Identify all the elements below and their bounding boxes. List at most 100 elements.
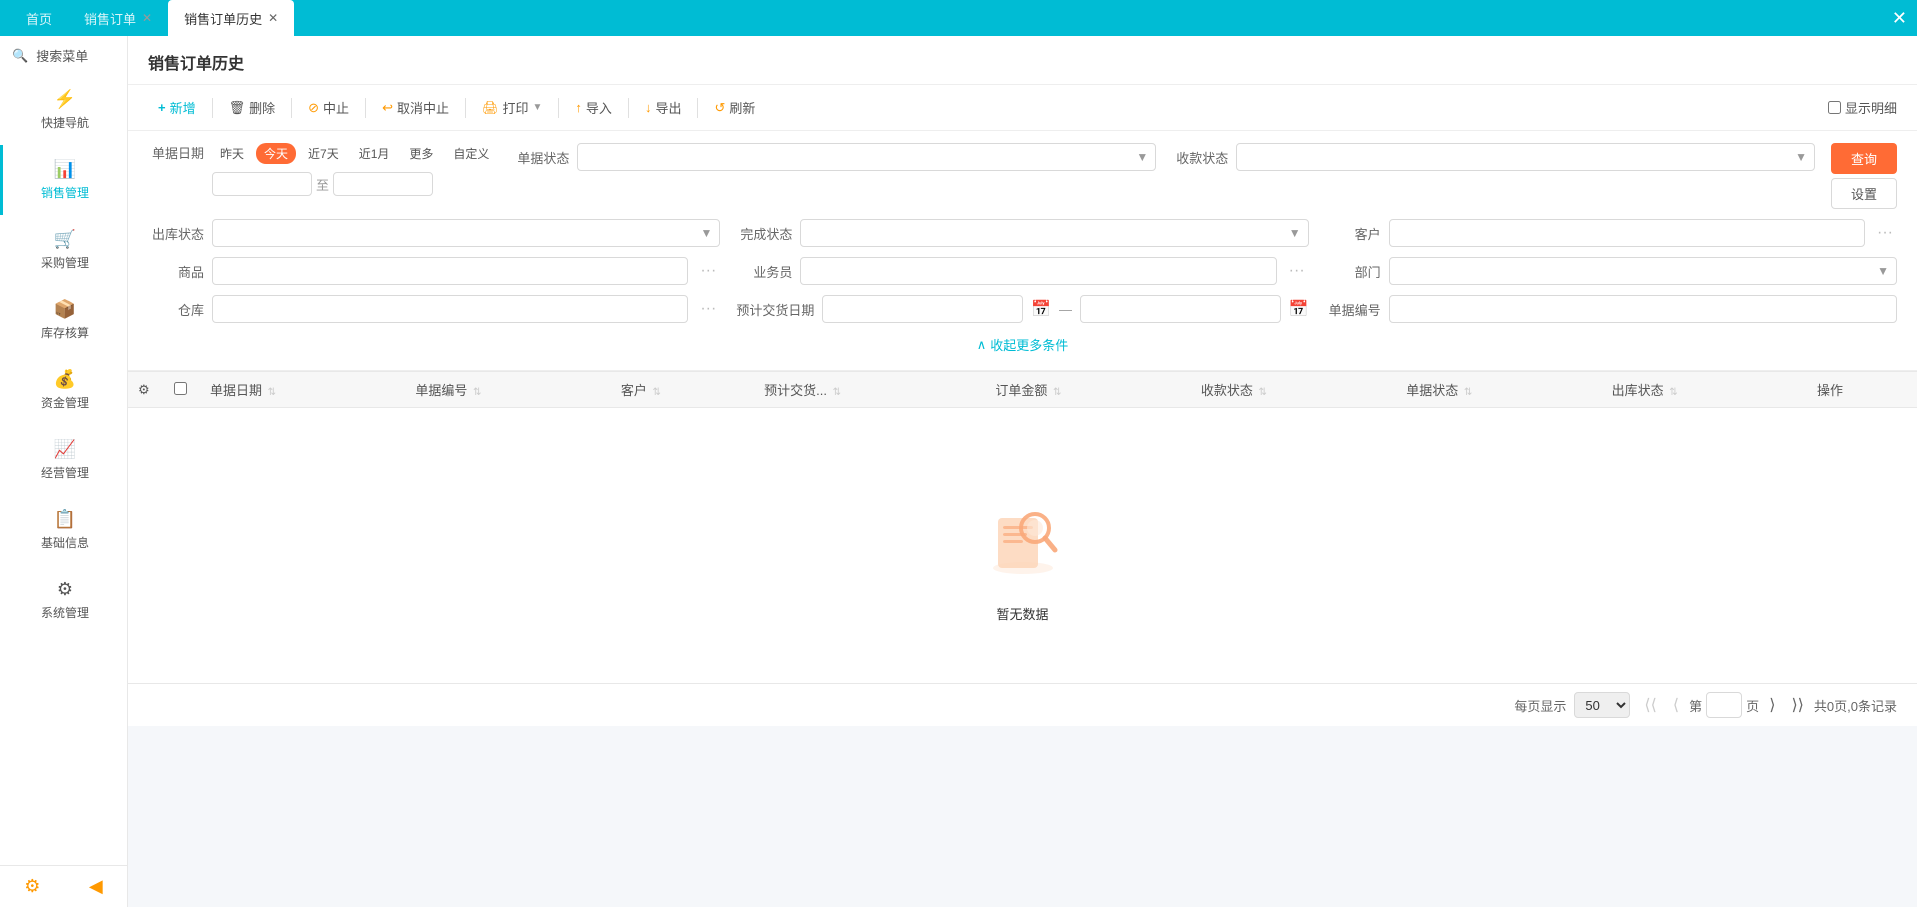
collapse-sidebar-icon[interactable]: ◀ xyxy=(89,876,103,897)
sidebar-item-basic-info[interactable]: 📋 基础信息 xyxy=(0,495,127,565)
collapse-label: 收起更多条件 xyxy=(990,335,1068,354)
tab-sales-order[interactable]: 销售订单 ✕ xyxy=(68,0,168,36)
table-checkbox-header[interactable] xyxy=(164,372,200,408)
out-status-select[interactable] xyxy=(212,219,720,247)
cancel-stop-button[interactable]: ↩ 取消中止 xyxy=(372,93,459,122)
table-area: ⚙ 单据日期 ⇅ 单据编号 ⇅ 客户 xyxy=(128,371,1917,683)
sidebar-item-finance[interactable]: 💰 资金管理 xyxy=(0,355,127,425)
select-all-checkbox[interactable] xyxy=(174,382,187,395)
import-button[interactable]: ↑ 导入 xyxy=(565,93,622,122)
salesman-ellipsis-icon[interactable]: ··· xyxy=(1285,262,1309,280)
tab-sales-order-history[interactable]: 销售订单历史 ✕ xyxy=(168,0,294,36)
export-button[interactable]: ↓ 导出 xyxy=(635,93,692,122)
set-button[interactable]: 设置 xyxy=(1831,178,1897,209)
first-page-button[interactable]: ⟨⟨ xyxy=(1638,693,1662,717)
purchase-icon: 🛒 xyxy=(54,229,76,250)
department-label: 部门 xyxy=(1325,262,1381,281)
collapse-more-trigger[interactable]: ∧ 收起更多条件 xyxy=(148,331,1897,358)
expected-date-to-input[interactable]: yyyy-mm-dd xyxy=(1080,295,1281,323)
col-header-customer[interactable]: 客户 ⇅ xyxy=(611,372,754,408)
col-header-date[interactable]: 单据日期 ⇅ xyxy=(200,372,405,408)
sidebar-item-purchase[interactable]: 🛒 采购管理 xyxy=(0,215,127,285)
refresh-button[interactable]: ↺ 刷新 xyxy=(704,93,765,122)
close-tab-sales-order-history[interactable]: ✕ xyxy=(268,11,278,25)
warehouse-ellipsis-icon[interactable]: ··· xyxy=(696,300,720,318)
page-number-input[interactable]: 1 xyxy=(1706,692,1742,718)
warehouse-input[interactable] xyxy=(212,295,688,323)
department-select[interactable] xyxy=(1389,257,1897,285)
top-bar: 首页 销售订单 ✕ 销售订单历史 ✕ ✕ xyxy=(0,0,1917,36)
sidebar-item-quick-nav[interactable]: ⚡ 快捷导航 xyxy=(0,75,127,145)
calendar-icon-1[interactable]: 📅 xyxy=(1031,299,1051,319)
sidebar-item-system[interactable]: ⚙ 系统管理 xyxy=(0,565,127,635)
salesman-input[interactable] xyxy=(800,257,1276,285)
out-status-label: 出库状态 xyxy=(148,224,204,243)
col-header-amount[interactable]: 订单金额 ⇅ xyxy=(985,372,1190,408)
next-page-button[interactable]: ⟩ xyxy=(1763,693,1781,717)
sidebar-search-label: 搜索菜单 xyxy=(36,46,88,65)
sidebar-search[interactable]: 🔍 搜索菜单 xyxy=(0,36,127,75)
stop-icon: ⊘ xyxy=(308,100,319,116)
display-detail-checkbox[interactable] xyxy=(1828,101,1841,114)
payment-status-select-wrapper: ▼ xyxy=(1236,143,1815,171)
customer-input[interactable] xyxy=(1389,219,1865,247)
page-label-before: 第 xyxy=(1689,696,1702,715)
stop-button[interactable]: ⊘ 中止 xyxy=(298,93,359,122)
sidebar-item-label: 库存核算 xyxy=(41,324,89,341)
last-page-button[interactable]: ⟩⟩ xyxy=(1785,693,1809,717)
bill-number-input[interactable] xyxy=(1389,295,1897,323)
date-tag-yesterday[interactable]: 昨天 xyxy=(212,143,252,164)
goods-input[interactable] xyxy=(212,257,688,285)
empty-state: 暂无数据 xyxy=(128,408,1917,683)
sidebar-item-operations[interactable]: 📈 经营管理 xyxy=(0,425,127,495)
date-tag-today[interactable]: 今天 xyxy=(256,143,296,164)
toolbar-separator-4 xyxy=(465,98,466,118)
window-close-icon[interactable]: ✕ xyxy=(1892,8,1907,29)
sidebar-item-inventory[interactable]: 📦 库存核算 xyxy=(0,285,127,355)
new-button[interactable]: + 新增 xyxy=(148,93,206,122)
expected-date-from-input[interactable]: yyyy-mm-dd xyxy=(822,295,1023,323)
toolbar-separator-5 xyxy=(558,98,559,118)
settings-bottom-icon[interactable]: ⚙ xyxy=(24,876,40,897)
sidebar-item-sales[interactable]: 📊 销售管理 xyxy=(0,145,127,215)
sort-amount-icon: ⇅ xyxy=(1053,387,1061,398)
date-tag-more[interactable]: 更多 xyxy=(401,143,441,164)
search-icon: 🔍 xyxy=(12,48,28,64)
page-label: 页 xyxy=(1746,696,1759,715)
calendar-icon-2[interactable]: 📅 xyxy=(1289,299,1309,319)
date-from-input[interactable]: 2023-06-02 xyxy=(212,172,312,196)
toolbar-right: 显示明细 xyxy=(1828,98,1897,117)
table-settings-header[interactable]: ⚙ xyxy=(128,372,164,408)
date-tag-custom[interactable]: 自定义 xyxy=(445,143,497,164)
close-tab-sales-order[interactable]: ✕ xyxy=(142,11,152,25)
cancel-stop-icon: ↩ xyxy=(382,100,393,116)
customer-ellipsis-icon[interactable]: ··· xyxy=(1873,224,1897,242)
empty-state-illustration xyxy=(973,488,1073,588)
tab-home[interactable]: 首页 xyxy=(10,0,68,36)
date-tag-7days[interactable]: 近7天 xyxy=(300,143,347,164)
prev-page-button[interactable]: ⟨ xyxy=(1667,693,1685,717)
data-table: ⚙ 单据日期 ⇅ 单据编号 ⇅ 客户 xyxy=(128,371,1917,408)
query-button[interactable]: 查询 xyxy=(1831,143,1897,174)
delete-button[interactable]: 🗑 删除 xyxy=(219,93,286,122)
sidebar-item-label: 销售管理 xyxy=(41,184,89,201)
sort-expected-icon: ⇅ xyxy=(833,387,841,398)
col-header-number[interactable]: 单据编号 ⇅ xyxy=(405,372,610,408)
col-header-bill-status[interactable]: 单据状态 ⇅ xyxy=(1396,372,1601,408)
col-header-expected[interactable]: 预计交货... ⇅ xyxy=(754,372,985,408)
bill-status-select[interactable] xyxy=(577,143,1156,171)
display-detail-checkbox-label[interactable]: 显示明细 xyxy=(1828,98,1897,117)
col-header-out-status[interactable]: 出库状态 ⇅ xyxy=(1602,372,1807,408)
payment-status-select[interactable] xyxy=(1236,143,1815,171)
print-button[interactable]: 🖨 打印 ▼ xyxy=(472,93,552,122)
col-header-actions: 操作 xyxy=(1807,372,1917,408)
query-set-group: 查询 设置 xyxy=(1831,143,1897,209)
page-size-select[interactable]: 50 20 100 xyxy=(1574,692,1630,718)
date-to-input[interactable]: 2023-06-02 xyxy=(333,172,433,196)
date-tag-1month[interactable]: 近1月 xyxy=(351,143,398,164)
goods-ellipsis-icon[interactable]: ··· xyxy=(696,262,720,280)
col-header-payment-status[interactable]: 收款状态 ⇅ xyxy=(1191,372,1396,408)
date-range-inputs: 2023-06-02 至 2023-06-02 xyxy=(212,172,497,196)
sidebar-item-label: 资金管理 xyxy=(41,394,89,411)
complete-status-select[interactable] xyxy=(800,219,1308,247)
